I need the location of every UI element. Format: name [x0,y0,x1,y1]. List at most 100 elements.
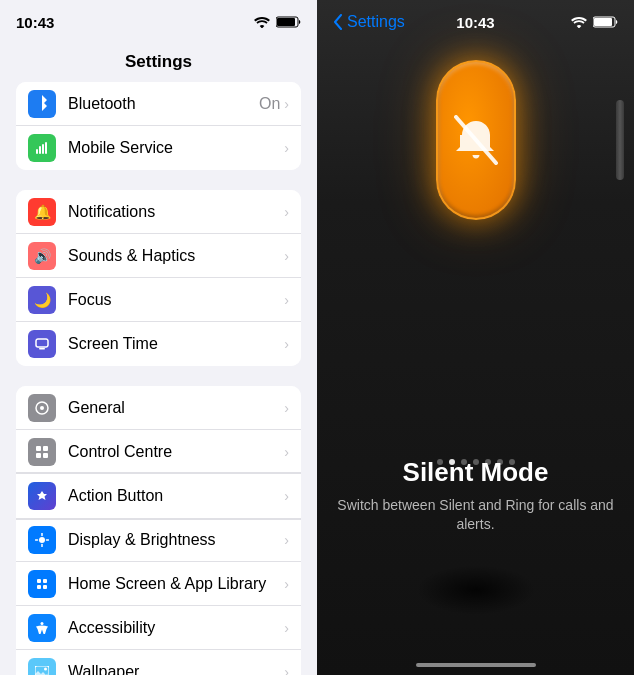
settings-panel: 10:43 Settings Bluet [0,0,317,675]
actionbutton-icon [28,482,56,510]
settings-list: Bluetooth On › Mobile Service › [0,82,317,675]
homescreen-chevron: › [284,576,289,592]
settings-title: Settings [0,44,317,82]
accessibility-item[interactable]: Accessibility › [16,606,301,650]
mobile-service-item[interactable]: Mobile Service › [16,126,301,170]
battery-icon-right [593,16,618,28]
mobile-icon [28,134,56,162]
wallpaper-item[interactable]: Wallpaper › [16,650,301,675]
back-button[interactable]: Settings [333,13,405,31]
accessibility-chevron: › [284,620,289,636]
controlcentre-svg [35,445,49,459]
display-svg [35,533,49,547]
controlcentre-item[interactable]: Control Centre › [16,430,301,474]
silent-mode-title: Silent Mode [337,457,614,488]
general-label: General [68,399,284,417]
status-icons-left [254,16,301,28]
svg-rect-5 [45,142,47,154]
svg-rect-7 [39,348,45,350]
sounds-icon: 🔊 [28,242,56,270]
svg-rect-22 [43,585,47,589]
accessibility-label: Accessibility [68,619,284,637]
svg-rect-12 [36,453,41,458]
sounds-item[interactable]: 🔊 Sounds & Haptics › [16,234,301,278]
sounds-label: Sounds & Haptics [68,247,284,265]
wifi-icon [254,16,270,28]
svg-point-25 [44,667,47,670]
status-icons-right [571,16,618,28]
homescreen-item[interactable]: Home Screen & App Library › [16,562,301,606]
svg-point-23 [41,622,44,625]
actionbutton-label: Action Button [68,487,284,505]
svg-rect-19 [37,579,41,583]
mobile-chevron: › [284,140,289,156]
notifications-chevron: › [284,204,289,220]
bluetooth-item[interactable]: Bluetooth On › [16,82,301,126]
display-item[interactable]: Display & Brightness › [16,518,301,562]
finger-shadow [416,565,536,615]
time-left: 10:43 [16,14,54,31]
home-indicator [416,663,536,667]
action-button-visual [436,60,516,220]
bluetooth-icon [28,90,56,118]
actionbutton-chevron: › [284,488,289,504]
display-label: Display & Brightness [68,531,284,549]
screentime-icon [28,330,56,358]
back-label: Settings [347,13,405,31]
general-item[interactable]: General › [16,386,301,430]
notifications-label: Notifications [68,203,284,221]
focus-item[interactable]: 🌙 Focus › [16,278,301,322]
time-right: 10:43 [456,14,494,31]
wallpaper-svg [35,666,49,676]
screentime-chevron: › [284,336,289,352]
bluetooth-value: On [259,95,280,113]
controlcentre-label: Control Centre [68,443,284,461]
notifications-item[interactable]: 🔔 Notifications › [16,190,301,234]
actionbutton-svg [35,489,49,503]
homescreen-icon [28,570,56,598]
wallpaper-icon [28,658,56,676]
homescreen-label: Home Screen & App Library [68,575,284,593]
status-bar-left: 10:43 [0,0,317,44]
svg-rect-1 [277,18,295,26]
mobile-svg [35,141,49,155]
svg-rect-6 [36,339,48,347]
mobile-label: Mobile Service [68,139,284,157]
screentime-label: Screen Time [68,335,284,353]
svg-rect-21 [37,585,41,589]
bluetooth-label: Bluetooth [68,95,259,113]
controlcentre-icon [28,438,56,466]
silent-mode-description: Switch between Silent and Ring for calls… [337,496,614,535]
wifi-icon-right [571,16,587,28]
svg-rect-4 [42,144,44,154]
svg-rect-11 [43,446,48,451]
back-chevron-icon [333,14,343,30]
controlcentre-chevron: › [284,444,289,460]
accessibility-svg [35,621,49,635]
svg-rect-10 [36,446,41,451]
svg-rect-20 [43,579,47,583]
homescreen-svg [36,578,48,590]
focus-icon: 🌙 [28,286,56,314]
svg-point-9 [40,406,44,410]
sounds-chevron: › [284,248,289,264]
svg-rect-3 [39,146,41,154]
general-chevron: › [284,400,289,416]
status-bar-right: Settings 10:43 [317,0,634,44]
bell-slash-svg [454,115,498,165]
screentime-svg [35,337,49,351]
focus-chevron: › [284,292,289,308]
section-connectivity: Bluetooth On › Mobile Service › [16,82,301,170]
screentime-item[interactable]: Screen Time › [16,322,301,366]
svg-point-14 [39,537,45,543]
side-button [616,100,624,180]
section-general: General › Control Centre › [16,386,301,675]
general-svg [35,401,49,415]
notifications-icon: 🔔 [28,198,56,226]
wallpaper-chevron: › [284,664,289,676]
actionbutton-item[interactable]: Action Button › [16,474,301,518]
general-icon [28,394,56,422]
svg-rect-13 [43,453,48,458]
section-notifications: 🔔 Notifications › 🔊 Sounds & Haptics › 🌙… [16,190,301,366]
bluetooth-svg [35,95,49,113]
